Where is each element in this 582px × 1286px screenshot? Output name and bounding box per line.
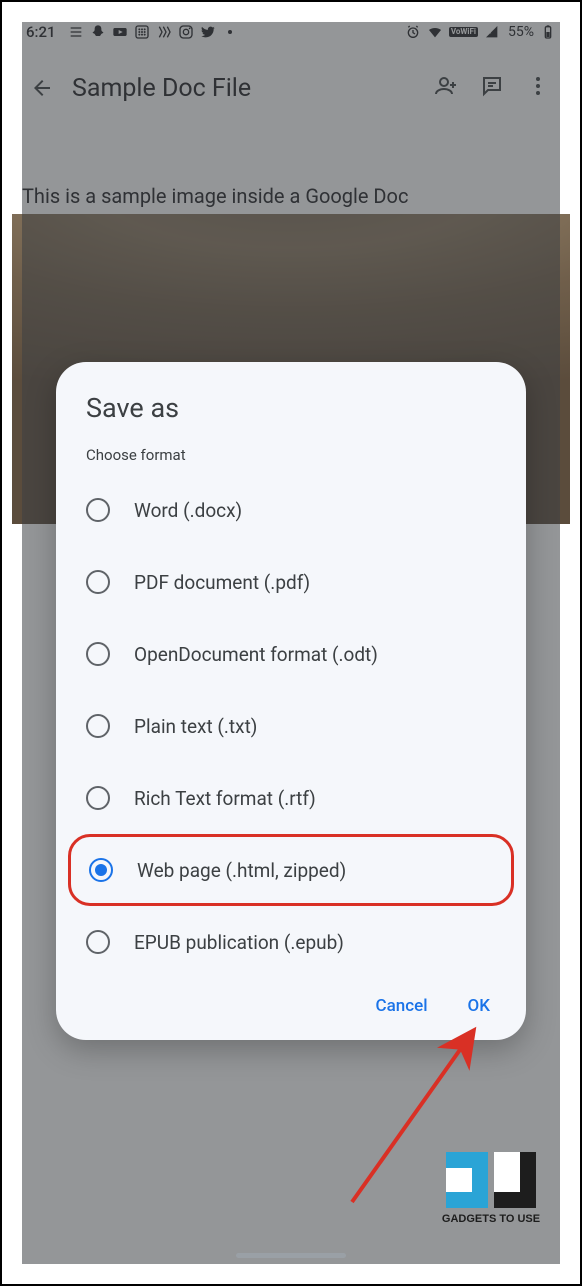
format-option-label: Word (.docx) bbox=[134, 499, 242, 522]
ok-button[interactable]: OK bbox=[468, 996, 490, 1016]
radio-icon bbox=[89, 858, 113, 882]
format-option-label: EPUB publication (.epub) bbox=[134, 931, 344, 954]
format-option[interactable]: PDF document (.pdf) bbox=[68, 546, 514, 618]
format-option-label: Plain text (.txt) bbox=[134, 715, 257, 738]
format-option[interactable]: OpenDocument format (.odt) bbox=[68, 618, 514, 690]
format-option[interactable]: Word (.docx) bbox=[68, 474, 514, 546]
format-option-label: Web page (.html, zipped) bbox=[137, 859, 346, 882]
radio-icon bbox=[86, 642, 110, 666]
dialog-title: Save as bbox=[56, 392, 526, 446]
format-option[interactable]: Web page (.html, zipped) bbox=[68, 834, 514, 906]
radio-icon bbox=[86, 786, 110, 810]
format-option-label: OpenDocument format (.odt) bbox=[134, 643, 378, 666]
radio-icon bbox=[86, 714, 110, 738]
format-option[interactable]: Rich Text format (.rtf) bbox=[68, 762, 514, 834]
radio-icon bbox=[86, 498, 110, 522]
nav-pill-handle[interactable] bbox=[236, 1253, 346, 1258]
radio-icon bbox=[86, 570, 110, 594]
format-option-label: Rich Text format (.rtf) bbox=[134, 787, 316, 810]
radio-icon bbox=[86, 930, 110, 954]
format-option[interactable]: EPUB publication (.epub) bbox=[68, 906, 514, 978]
format-option[interactable]: Plain text (.txt) bbox=[68, 690, 514, 762]
format-option-list: Word (.docx) PDF document (.pdf) OpenDocum… bbox=[56, 474, 526, 978]
format-option-label: PDF document (.pdf) bbox=[134, 571, 310, 594]
save-as-dialog: Save as Choose format Word (.docx) PDF do… bbox=[56, 362, 526, 1040]
modal-overlay[interactable]: Save as Choose format Word (.docx) PDF do… bbox=[22, 22, 560, 1264]
dialog-subtitle: Choose format bbox=[56, 446, 526, 474]
phone-screen: 6:21 VoWiFi x 55% Sample Doc File bbox=[12, 12, 570, 1274]
cancel-button[interactable]: Cancel bbox=[375, 996, 427, 1016]
